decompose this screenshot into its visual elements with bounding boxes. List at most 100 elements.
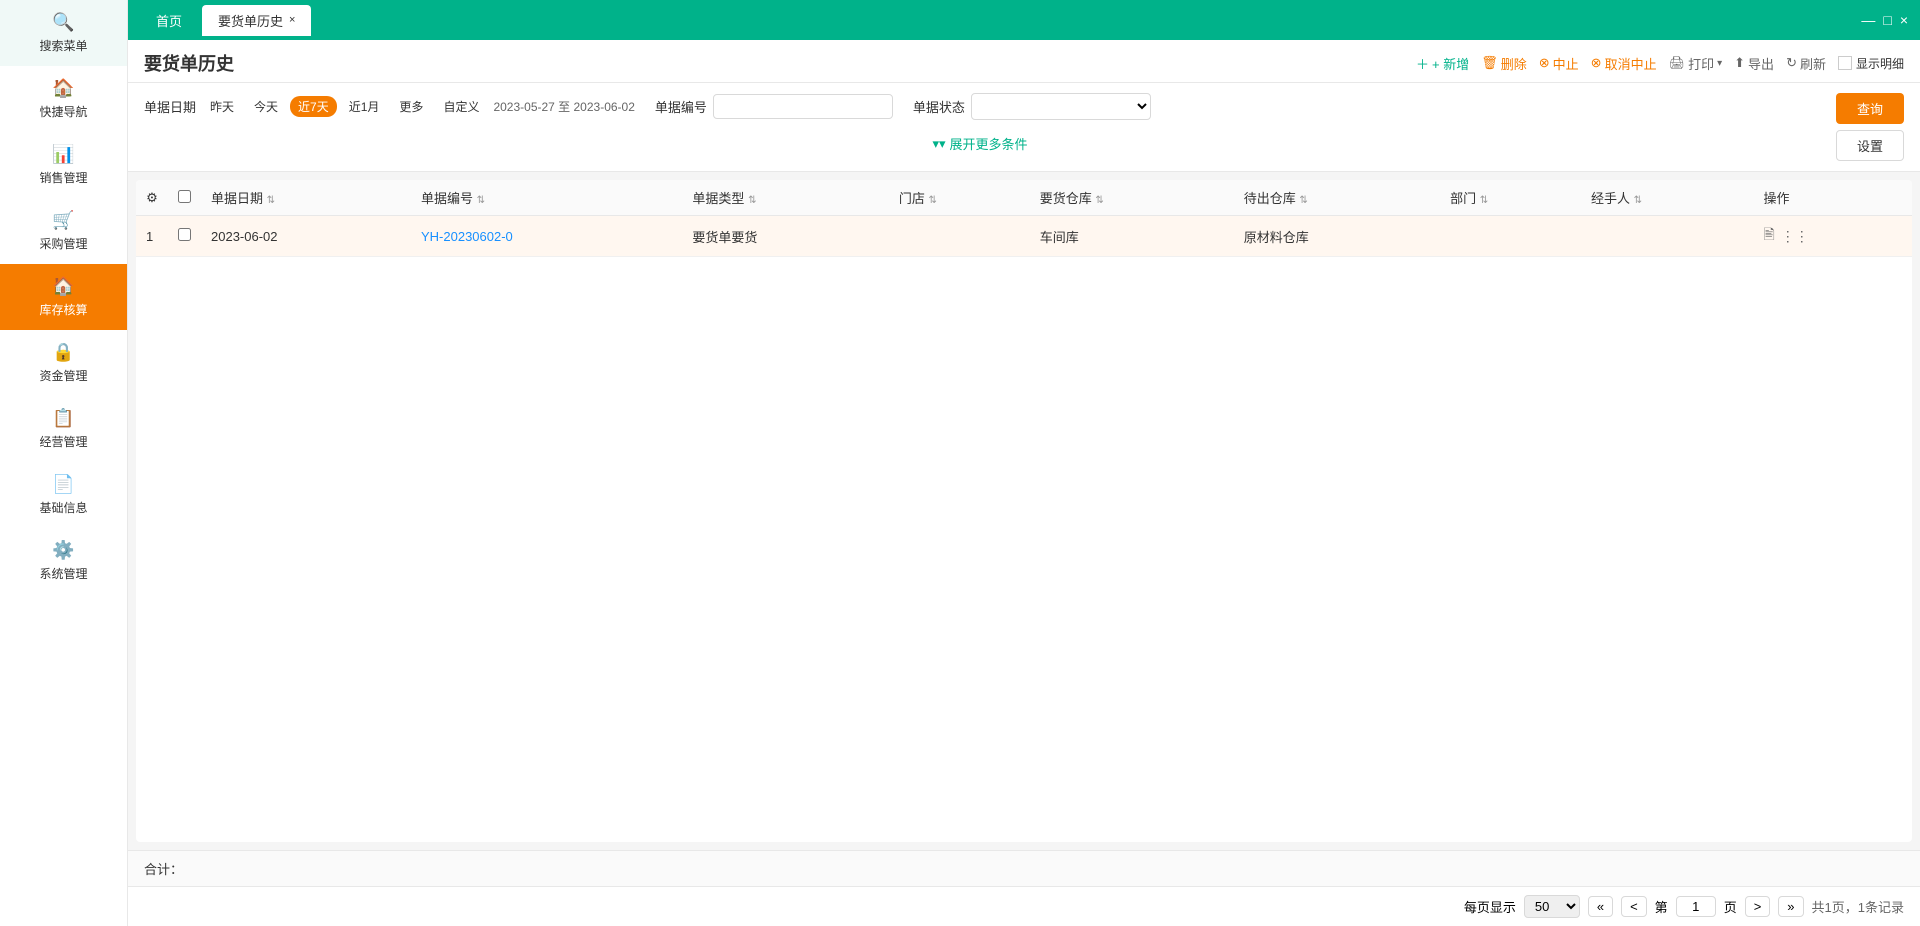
- sort-handler-icon[interactable]: ⇅: [1634, 195, 1642, 206]
- sidebar-item-label: 资金管理: [39, 367, 87, 384]
- cart-icon: 🛒: [52, 210, 74, 231]
- page-first-button[interactable]: «: [1588, 896, 1613, 917]
- filter-settings-button[interactable]: 设置: [1836, 130, 1904, 161]
- refresh-label: 刷新: [1800, 54, 1826, 73]
- row-doc-type: 要货单要货: [682, 216, 888, 257]
- row-select-checkbox[interactable]: [178, 228, 191, 241]
- window-restore-icon[interactable]: □: [1883, 12, 1891, 28]
- filter-quick-btns: 昨天 今天 近7天 近1月 更多 自定义: [202, 96, 487, 117]
- sidebar-item-sales[interactable]: 📊 销售管理: [0, 132, 127, 198]
- quick-btn-7days[interactable]: 近7天: [290, 96, 337, 117]
- cancel-stop-button[interactable]: ⊗ 取消中止: [1591, 54, 1657, 73]
- sidebar-item-search[interactable]: 🔍 搜索菜单: [0, 0, 127, 66]
- ops-icon: 📋: [52, 408, 74, 429]
- sidebar-item-system[interactable]: ⚙️ 系统管理: [0, 528, 127, 594]
- refresh-button[interactable]: ↻ 刷新: [1786, 54, 1826, 73]
- sort-dept-icon[interactable]: ⇅: [1480, 195, 1488, 206]
- table-header-dept: 部门 ⇅: [1440, 180, 1581, 216]
- page-number-input[interactable]: [1676, 896, 1716, 917]
- sidebar-item-label: 经营管理: [39, 433, 87, 450]
- filter-date-range: 2023-05-27 至 2023-06-02: [493, 98, 634, 115]
- table-header-req-warehouse: 要货仓库 ⇅: [1030, 180, 1234, 216]
- show-detail-checkbox[interactable]: [1838, 56, 1852, 70]
- stop-label: 中止: [1553, 54, 1579, 73]
- print-button[interactable]: 🖨 打印 ▾: [1669, 54, 1723, 73]
- summary-bar: 合计：: [128, 850, 1920, 886]
- export-button[interactable]: ⬆ 导出: [1734, 54, 1774, 73]
- row-doc-num[interactable]: YH-20230602-0: [411, 216, 682, 257]
- row-dept: [1440, 216, 1581, 257]
- filter-main-row: 单据日期 昨天 今天 近7天 近1月 更多 自定义 2023-05-27 至 2…: [144, 93, 1904, 161]
- filter-row-1: 单据日期 昨天 今天 近7天 近1月 更多 自定义 2023-05-27 至 2…: [144, 93, 1816, 120]
- sort-store-icon[interactable]: ⇅: [928, 195, 936, 206]
- delete-icon: 🗑: [1481, 55, 1498, 71]
- row-req-warehouse: 车间库: [1030, 216, 1234, 257]
- show-detail-button[interactable]: 显示明细: [1838, 55, 1904, 72]
- row-edit-icon[interactable]: 🖹: [1763, 224, 1774, 248]
- table-header-pending-warehouse: 待出仓库 ⇅: [1234, 180, 1440, 216]
- page-end-label: 页: [1724, 897, 1737, 916]
- filter-status-group: 单据状态: [913, 93, 1151, 120]
- print-dropdown-icon: ▾: [1717, 58, 1722, 69]
- page-prev-button[interactable]: <: [1621, 896, 1647, 917]
- sidebar-item-label: 快捷导航: [39, 103, 87, 120]
- tab-close-icon[interactable]: ×: [289, 14, 295, 26]
- status-select[interactable]: [971, 93, 1151, 120]
- quick-btn-custom[interactable]: 自定义: [435, 96, 487, 117]
- sidebar-item-quicknav[interactable]: 🏠 快捷导航: [0, 66, 127, 132]
- expand-label: 展开更多条件: [950, 134, 1028, 153]
- query-button[interactable]: 查询: [1836, 93, 1904, 124]
- quick-btn-yesterday[interactable]: 昨天: [202, 96, 242, 117]
- docnum-filter-label: 单据编号: [655, 97, 707, 116]
- tab-history-label: 要货单历史: [218, 11, 283, 30]
- data-table: ⚙ 单据日期 ⇅ 单据编号 ⇅ 单据类型 ⇅: [136, 180, 1912, 257]
- page-next-button[interactable]: >: [1745, 896, 1771, 917]
- quick-btn-1month[interactable]: 近1月: [341, 96, 388, 117]
- window-close-icon[interactable]: ×: [1900, 12, 1908, 28]
- docnum-input[interactable]: [713, 94, 893, 119]
- sort-doctype-icon[interactable]: ⇅: [748, 195, 756, 206]
- sort-pending-warehouse-icon[interactable]: ⇅: [1299, 195, 1307, 206]
- table-row: 1 2023-06-02 YH-20230602-0 要货单要货 车间库 原材料…: [136, 216, 1912, 257]
- main-area: 首页 要货单历史 × — □ × 要货单历史 ＋ + 新增 🗑 删除: [128, 0, 1920, 926]
- quick-btn-more[interactable]: 更多: [391, 96, 431, 117]
- page-last-button[interactable]: »: [1778, 896, 1803, 917]
- table-checkbox-header[interactable]: [168, 180, 201, 216]
- select-all-checkbox[interactable]: [178, 190, 191, 203]
- print-icon: 🖨: [1669, 55, 1686, 71]
- per-page-select[interactable]: 50 100: [1524, 895, 1580, 918]
- sidebar-item-purchase[interactable]: 🛒 采购管理: [0, 198, 127, 264]
- cancel-stop-label: 取消中止: [1605, 54, 1657, 73]
- row-checkbox[interactable]: [168, 216, 201, 257]
- filter-date-group: 单据日期 昨天 今天 近7天 近1月 更多 自定义 2023-05-27 至 2…: [144, 96, 635, 117]
- new-button[interactable]: ＋ + 新增: [1416, 54, 1469, 73]
- page-label: 第: [1655, 897, 1668, 916]
- tab-history[interactable]: 要货单历史 ×: [202, 5, 311, 36]
- window-minimize-icon[interactable]: —: [1861, 12, 1875, 28]
- sidebar-item-basics[interactable]: 📄 基础信息: [0, 462, 127, 528]
- quick-btn-today[interactable]: 今天: [246, 96, 286, 117]
- sidebar-item-label: 搜索菜单: [39, 37, 87, 54]
- tab-home[interactable]: 首页: [140, 5, 198, 36]
- page-header: 要货单历史 ＋ + 新增 🗑 删除 ⊗ 中止 ⊗ 取消中止: [128, 40, 1920, 83]
- table-header-docnum: 单据编号 ⇅: [411, 180, 682, 216]
- home-icon: 🏠: [52, 78, 74, 99]
- sidebar-item-label: 库存核算: [39, 301, 87, 318]
- table-header-ops: 操作: [1753, 180, 1912, 216]
- search-icon: 🔍: [52, 12, 74, 33]
- table-header-row: ⚙ 单据日期 ⇅ 单据编号 ⇅ 单据类型 ⇅: [136, 180, 1912, 216]
- sidebar-item-finance[interactable]: 🔒 资金管理: [0, 330, 127, 396]
- stop-button[interactable]: ⊗ 中止: [1539, 54, 1579, 73]
- sidebar-item-operations[interactable]: 📋 经营管理: [0, 396, 127, 462]
- sort-req-warehouse-icon[interactable]: ⇅: [1095, 195, 1103, 206]
- expand-more-button[interactable]: ▾▾ 展开更多条件: [932, 134, 1027, 153]
- row-index: 1: [136, 216, 168, 257]
- sort-docnum-icon[interactable]: ⇅: [477, 195, 485, 206]
- table-settings-header[interactable]: ⚙: [136, 180, 168, 216]
- new-icon: ＋: [1416, 54, 1429, 73]
- sidebar-item-inventory[interactable]: 🏠 库存核算: [0, 264, 127, 330]
- row-more-icon[interactable]: ⋮⋮: [1781, 228, 1809, 245]
- delete-button[interactable]: 🗑 删除: [1481, 54, 1527, 73]
- new-label: + 新增: [1432, 54, 1469, 73]
- sort-date-icon[interactable]: ⇅: [267, 195, 275, 206]
